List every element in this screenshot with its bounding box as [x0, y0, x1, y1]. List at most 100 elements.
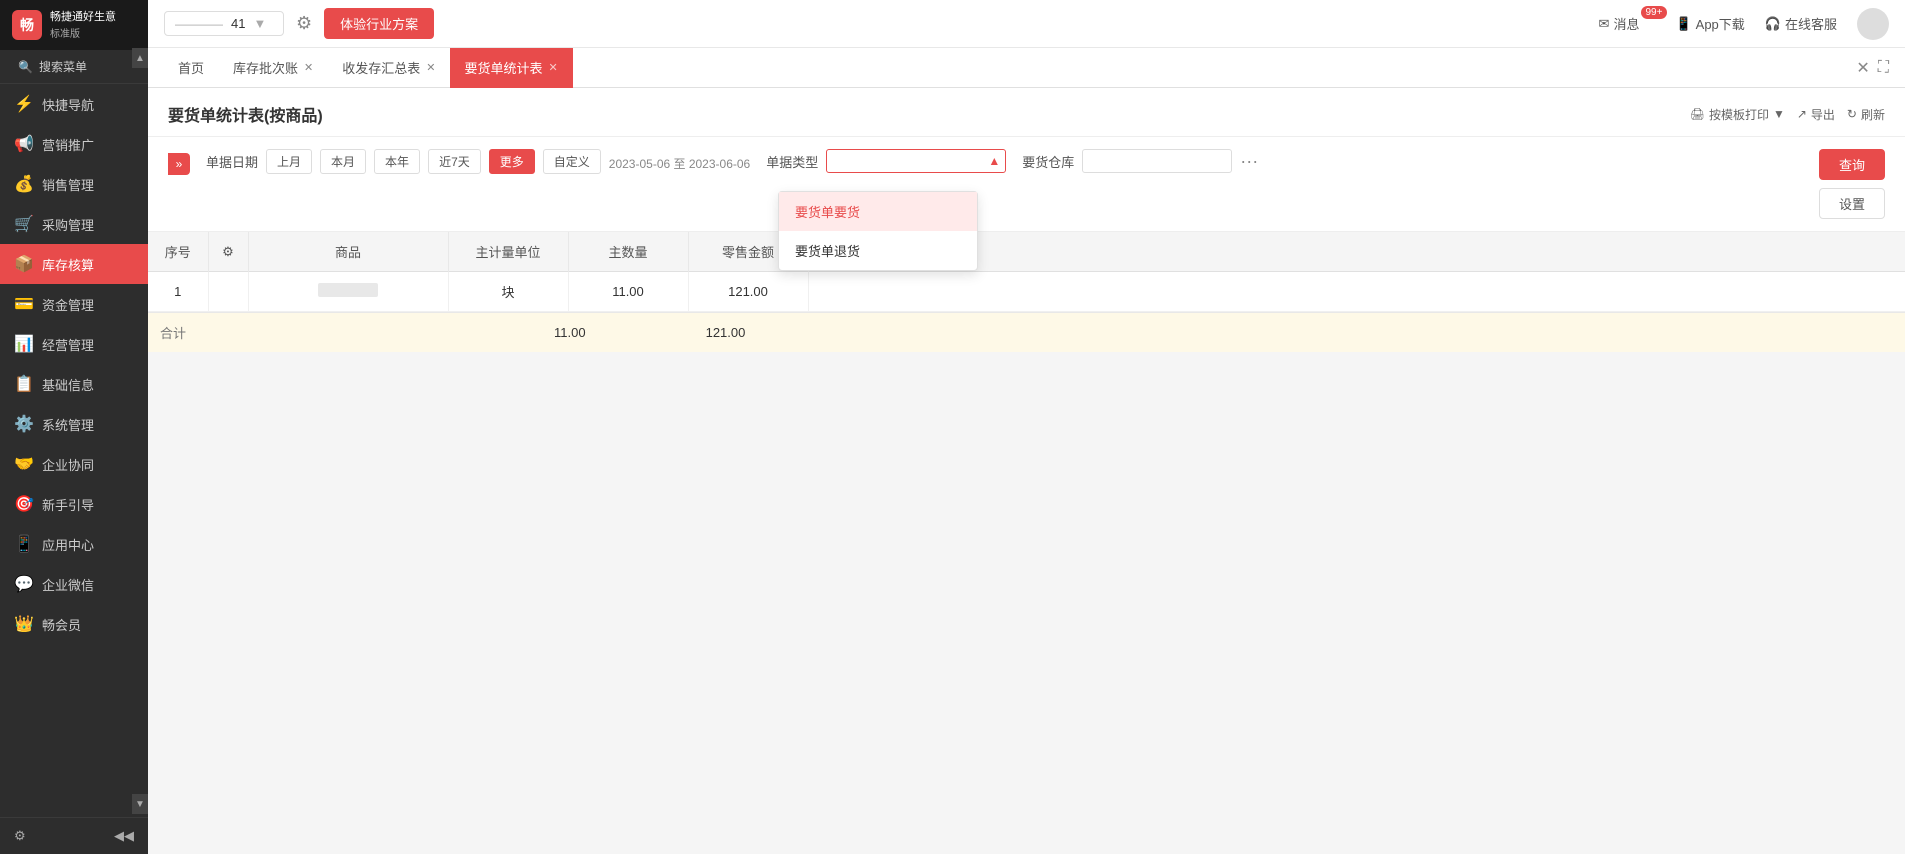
- sidebar-item-appstore[interactable]: 📱 应用中心: [0, 524, 148, 564]
- messages-label: 消息: [1613, 14, 1639, 33]
- sidebar-item-label: 快捷导航: [42, 95, 134, 114]
- tab-home-label: 首页: [178, 58, 204, 77]
- logo-title: 畅捷通好生意: [50, 10, 116, 25]
- phone-icon: 📱: [1675, 16, 1691, 32]
- col-quantity: 主数量: [568, 232, 688, 272]
- sidebar-item-label: 企业微信: [42, 575, 134, 594]
- query-button[interactable]: 查询: [1819, 149, 1885, 180]
- more-btn[interactable]: 更多: [489, 149, 535, 174]
- sidebar-item-beginner[interactable]: 🎯 新手引导: [0, 484, 148, 524]
- refresh-action[interactable]: ↻ 刷新: [1847, 106, 1885, 123]
- sidebar-item-wechat[interactable]: 💬 企业微信: [0, 564, 148, 604]
- this-year-btn[interactable]: 本年: [374, 149, 420, 174]
- sidebar-item-label: 应用中心: [42, 535, 134, 554]
- tab-home[interactable]: 首页: [164, 48, 219, 88]
- sidebar-item-member[interactable]: 👑 畅会员: [0, 604, 148, 644]
- search-icon: 🔍: [18, 60, 33, 74]
- collapse-icon: ◀◀: [114, 828, 134, 844]
- export-action[interactable]: ↗ 导出: [1797, 106, 1835, 123]
- tab-requisition-stats[interactable]: 要货单统计表 ✕: [450, 48, 572, 88]
- user-avatar[interactable]: [1857, 8, 1889, 40]
- tab-receivable-summary[interactable]: 收发存汇总表 ✕: [328, 48, 450, 88]
- sidebar-item-label: 采购管理: [42, 215, 134, 234]
- sidebar-search[interactable]: 🔍 搜索菜单: [0, 50, 148, 84]
- tab-requisition-stats-close[interactable]: ✕: [549, 61, 558, 74]
- company-selector[interactable]: ———— 41 ▼: [164, 11, 284, 36]
- tab-receivable-summary-close[interactable]: ✕: [426, 61, 435, 74]
- sidebar-item-purchase[interactable]: 🛒 采购管理: [0, 204, 148, 244]
- table-row: 1 块 11.00 121.00: [148, 272, 1905, 312]
- messages-item[interactable]: ✉ 消息 99+: [1599, 14, 1656, 33]
- footer-sale-amount: 121.00: [706, 325, 746, 340]
- last-7-days-btn[interactable]: 近7天: [428, 149, 481, 174]
- date-range-text: 2023-05-06 至 2023-06-06: [609, 155, 750, 172]
- filter-more-icon[interactable]: ···: [1240, 152, 1258, 170]
- online-service-item[interactable]: 🎧 在线客服: [1765, 14, 1837, 33]
- sidebar-item-basic[interactable]: 📋 基础信息: [0, 364, 148, 404]
- tab-batch-account-close[interactable]: ✕: [304, 61, 313, 74]
- sidebar-item-label: 资金管理: [42, 295, 134, 314]
- date-range-buttons: 上月 本月 本年 近7天 更多 自定义: [266, 149, 601, 174]
- warehouse-filter-input[interactable]: [1082, 149, 1232, 173]
- cell-unit: 块: [448, 272, 568, 312]
- operations-icon: 📊: [14, 334, 34, 354]
- date-filter-label: 单据日期: [206, 152, 258, 171]
- topbar-right: ✉ 消息 99+ 📱 App下载 🎧 在线客服: [1599, 8, 1889, 40]
- app-download-item[interactable]: 📱 App下载: [1675, 14, 1744, 33]
- custom-btn[interactable]: 自定义: [543, 149, 601, 174]
- product-placeholder: [318, 283, 378, 297]
- sidebar-item-enterprise[interactable]: 🤝 企业协同: [0, 444, 148, 484]
- last-month-btn[interactable]: 上月: [266, 149, 312, 174]
- dropdown-item-requisition-return[interactable]: 要货单退货: [779, 231, 977, 270]
- quick-nav-icon: ⚡: [14, 94, 34, 114]
- sidebar-item-label: 系统管理: [42, 415, 134, 434]
- sidebar-item-system[interactable]: ⚙️ 系统管理: [0, 404, 148, 444]
- filter-actions: 查询 设置: [1819, 149, 1885, 219]
- sidebar-item-label: 畅会员: [42, 615, 134, 634]
- setup-button[interactable]: 设置: [1819, 188, 1885, 219]
- sidebar-scroll-up[interactable]: ▲: [132, 48, 148, 68]
- message-icon: ✉: [1599, 16, 1610, 32]
- type-filter-input[interactable]: [826, 149, 1006, 173]
- data-table-container: 序号 ⚙ 商品 主计量单位 主数量 零售金额 1: [148, 232, 1905, 312]
- enterprise-icon: 🤝: [14, 454, 34, 474]
- export-label: 导出: [1811, 106, 1835, 123]
- trial-button[interactable]: 体验行业方案: [324, 8, 434, 39]
- type-dropdown-icon[interactable]: ▲: [988, 154, 1000, 168]
- service-icon: 🎧: [1765, 16, 1781, 32]
- sidebar-item-operations[interactable]: 📊 经营管理: [0, 324, 148, 364]
- footer-label: 合计: [160, 323, 186, 342]
- footer-quantity: 11.00: [554, 325, 586, 340]
- print-action[interactable]: 🖨 按模板打印 ▼: [1690, 106, 1785, 123]
- sidebar-item-label: 销售管理: [42, 175, 134, 194]
- sidebar-item-marketing[interactable]: 📢 营销推广: [0, 124, 148, 164]
- warehouse-filter-label: 要货仓库: [1022, 152, 1074, 171]
- sidebar-item-sales[interactable]: 💰 销售管理: [0, 164, 148, 204]
- data-table: 序号 ⚙ 商品 主计量单位 主数量 零售金额 1: [148, 232, 1905, 312]
- tab-close-all-icon[interactable]: ✕: [1856, 58, 1869, 78]
- topbar-settings-icon[interactable]: ⚙: [296, 13, 312, 34]
- expand-button[interactable]: »: [168, 153, 190, 175]
- sidebar-bottom[interactable]: ⚙ ◀◀: [0, 817, 148, 854]
- page-title: 要货单统计表(按商品): [168, 102, 323, 126]
- col-settings[interactable]: ⚙: [208, 232, 248, 272]
- table-footer: 合计 11.00 121.00: [148, 312, 1905, 352]
- type-dropdown: 要货单要货 要货单退货: [778, 191, 978, 271]
- table-settings-icon[interactable]: ⚙: [222, 244, 234, 259]
- tab-maximize-icon[interactable]: ⛶: [1878, 59, 1889, 77]
- tab-batch-account-label: 库存批次账: [233, 58, 298, 77]
- tab-receivable-summary-label: 收发存汇总表: [342, 58, 420, 77]
- cell-extra: [808, 272, 1905, 312]
- print-icon: 🖨: [1690, 107, 1705, 121]
- sidebar-scroll-down[interactable]: ▼: [132, 794, 148, 814]
- sidebar-item-inventory[interactable]: 📦 库存核算: [0, 244, 148, 284]
- date-filter-group: 单据日期 上月 本月 本年 近7天 更多 自定义 2023-05-06 至 20…: [206, 149, 750, 174]
- sidebar-item-finance[interactable]: 💳 资金管理: [0, 284, 148, 324]
- dropdown-item-requisition-order[interactable]: 要货单要货: [779, 192, 977, 231]
- cell-seq: 1: [148, 272, 208, 312]
- tab-batch-account[interactable]: 库存批次账 ✕: [219, 48, 328, 88]
- sidebar-item-label: 营销推广: [42, 135, 134, 154]
- sidebar-item-quick-nav[interactable]: ⚡ 快捷导航: [0, 84, 148, 124]
- tab-requisition-stats-label: 要货单统计表: [464, 58, 542, 77]
- this-month-btn[interactable]: 本月: [320, 149, 366, 174]
